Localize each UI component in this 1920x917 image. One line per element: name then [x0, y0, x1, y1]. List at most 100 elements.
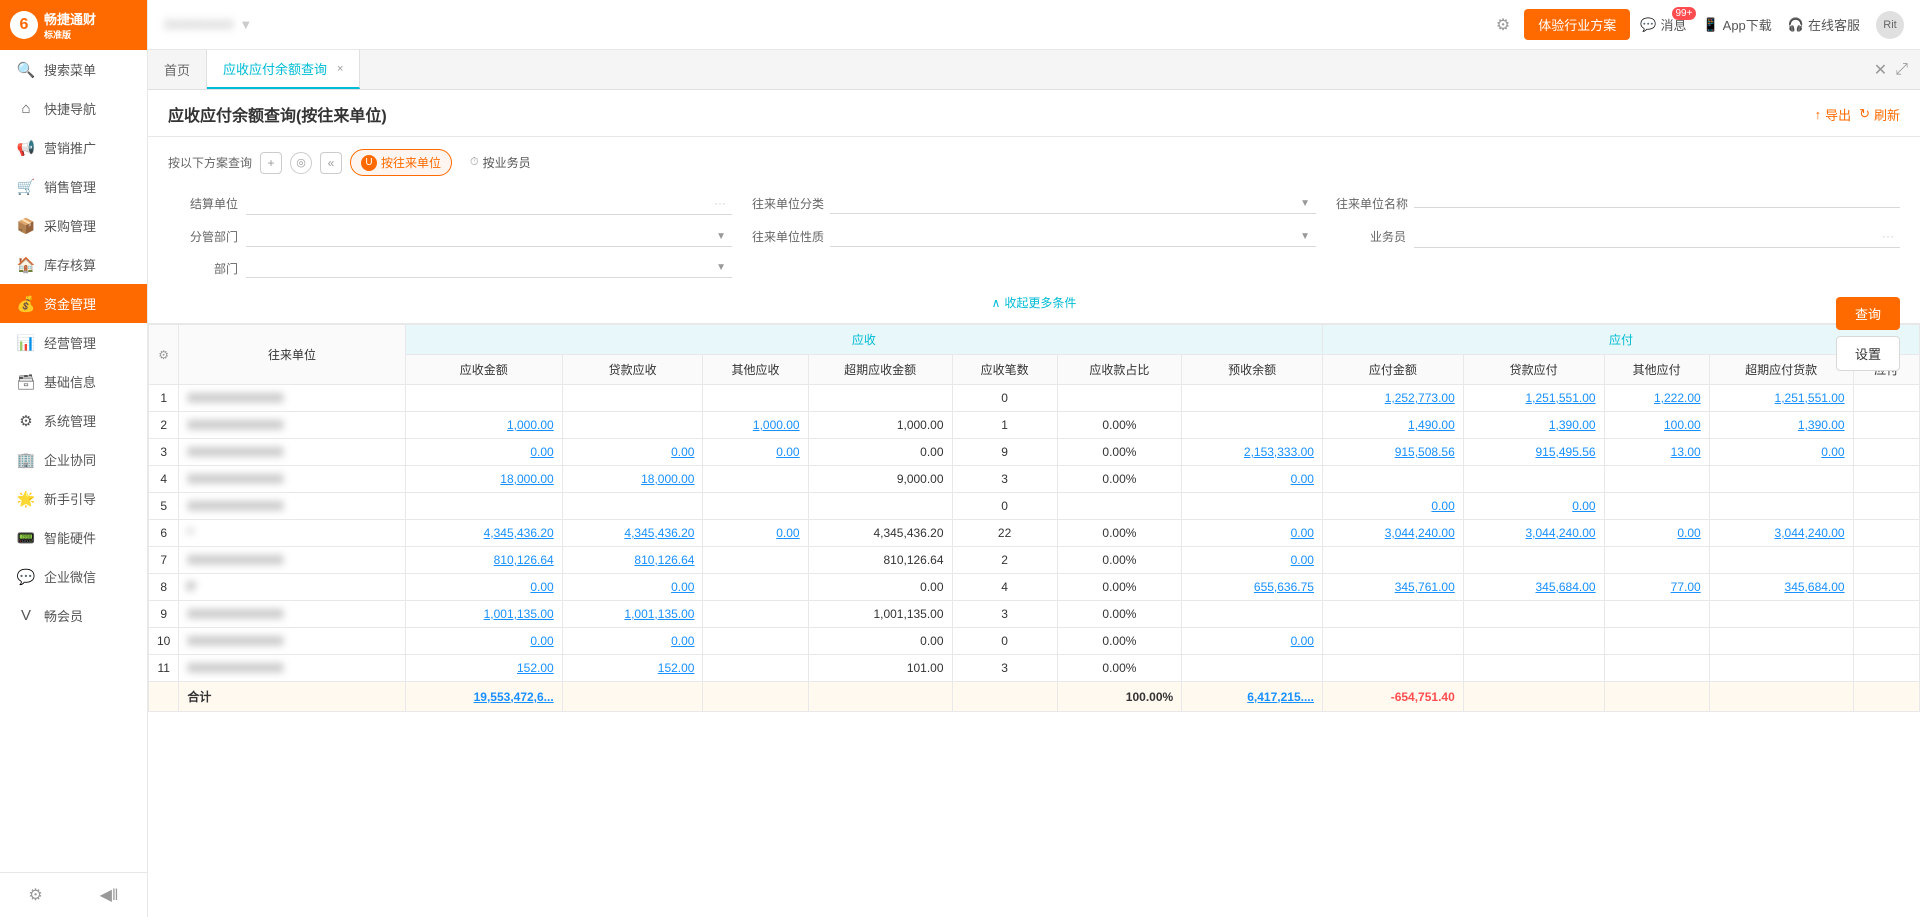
row-loan-payable[interactable]: 345,684.00 [1463, 574, 1604, 601]
solution-button[interactable]: 体验行业方案 [1524, 9, 1630, 40]
sidebar-item-purchase[interactable]: 📦 采购管理 [0, 206, 147, 245]
sidebar-item-basic[interactable]: 🗃 基础信息 [0, 362, 147, 401]
messages-item[interactable]: 💬 消息 99+ [1640, 15, 1686, 34]
row-other-payable[interactable]: 1,222.00 [1604, 385, 1709, 412]
sidebar-item-wechat[interactable]: 💬 企业微信 [0, 557, 147, 596]
sidebar-item-system[interactable]: ⚙ 系统管理 [0, 401, 147, 440]
row-overdue-payable[interactable]: 3,044,240.00 [1709, 520, 1853, 547]
row-overdue-receivable[interactable]: 9,000.00 [808, 466, 952, 493]
row-overdue-receivable[interactable]: 0.00 [808, 574, 952, 601]
row-loan-receivable[interactable]: 0.00 [562, 628, 703, 655]
row-payable-amount[interactable]: 1,252,773.00 [1322, 385, 1463, 412]
row-loan-receivable[interactable]: 1,001,135.00 [562, 601, 703, 628]
col-settings[interactable]: ⚙ [149, 325, 179, 385]
dept-input[interactable]: ▼ [246, 258, 732, 278]
filter-scheme-icon[interactable]: ◎ [290, 152, 312, 174]
unit-category-input[interactable]: ▼ [830, 194, 1316, 214]
row-payable-amount[interactable]: 0.00 [1322, 493, 1463, 520]
row-loan-payable[interactable]: 1,390.00 [1463, 412, 1604, 439]
row-advance-balance[interactable]: 0.00 [1182, 628, 1323, 655]
sidebar-item-inventory[interactable]: 🏠 库存核算 [0, 245, 147, 284]
row-loan-payable[interactable]: 1,251,551.00 [1463, 385, 1604, 412]
row-overdue-receivable[interactable]: 1,001,135.00 [808, 601, 952, 628]
row-advance-balance[interactable]: 0.00 [1182, 547, 1323, 574]
sidebar-item-beginner[interactable]: 🌟 新手引导 [0, 479, 147, 518]
filter-option-by-staff[interactable]: ⏱ 按业务员 [460, 150, 541, 175]
tab-ar-ap-query[interactable]: 应收应付余额查询 × [207, 50, 360, 89]
sidebar-item-search-menu[interactable]: 🔍 搜索菜单 [0, 50, 147, 89]
refresh-button[interactable]: ↻ 刷新 [1859, 105, 1900, 124]
row-receivable-amount[interactable]: 810,126.64 [405, 547, 562, 574]
row-loan-receivable[interactable]: 152.00 [562, 655, 703, 682]
row-advance-balance[interactable]: 0.00 [1182, 520, 1323, 547]
row-overdue-payable[interactable]: 1,251,551.00 [1709, 385, 1853, 412]
row-other-receivable[interactable]: 0.00 [703, 439, 808, 466]
row-receivable-amount[interactable]: 1,001,135.00 [405, 601, 562, 628]
sidebar-item-marketing[interactable]: 📢 营销推广 [0, 128, 147, 167]
table-settings-icon[interactable]: ⚙ [158, 348, 169, 362]
row-other-receivable[interactable]: 1,000.00 [703, 412, 808, 439]
row-loan-receivable[interactable]: 4,345,436.20 [562, 520, 703, 547]
sidebar-collapse-btn[interactable]: ◀‖ [92, 881, 127, 909]
row-loan-payable[interactable]: 0.00 [1463, 493, 1604, 520]
row-other-payable[interactable]: 77.00 [1604, 574, 1709, 601]
row-loan-receivable[interactable]: 18,000.00 [562, 466, 703, 493]
sidebar-item-operation[interactable]: 📊 经营管理 [0, 323, 147, 362]
total-receivable-amount[interactable]: 19,553,472,6... [405, 682, 562, 712]
filter-add-button[interactable]: + [260, 152, 282, 174]
sidebar-item-quick-nav[interactable]: ⌂ 快捷导航 [0, 89, 147, 128]
row-payable-amount[interactable]: 3,044,240.00 [1322, 520, 1463, 547]
row-receivable-amount[interactable]: 4,345,436.20 [405, 520, 562, 547]
row-overdue-receivable[interactable]: 0.00 [808, 628, 952, 655]
row-payable-amount[interactable]: 345,761.00 [1322, 574, 1463, 601]
row-overdue-receivable[interactable]: 0.00 [808, 439, 952, 466]
row-overdue-payable[interactable]: 345,684.00 [1709, 574, 1853, 601]
row-payable-amount[interactable]: 1,490.00 [1322, 412, 1463, 439]
row-loan-receivable[interactable]: 0.00 [562, 574, 703, 601]
table-area[interactable]: ⚙ 往来单位 应收 应付 应收金额 贷款应收 其他应收 超期应收金额 应收笔数 … [148, 324, 1920, 917]
row-loan-receivable[interactable]: 0.00 [562, 439, 703, 466]
tab-home[interactable]: 首页 [148, 50, 207, 89]
online-service-item[interactable]: 🎧 在线客服 [1788, 15, 1860, 34]
row-loan-payable[interactable]: 915,495.56 [1463, 439, 1604, 466]
sidebar-item-member[interactable]: V 畅会员 [0, 596, 147, 635]
row-other-payable[interactable]: 100.00 [1604, 412, 1709, 439]
settings-button[interactable]: 设置 [1836, 336, 1900, 371]
sidebar-item-sales[interactable]: 🛒 销售管理 [0, 167, 147, 206]
row-overdue-payable[interactable]: 1,390.00 [1709, 412, 1853, 439]
row-advance-balance[interactable]: 2,153,333.00 [1182, 439, 1323, 466]
app-download-item[interactable]: 📱 App下载 [1702, 15, 1771, 34]
row-overdue-receivable[interactable]: 101.00 [808, 655, 952, 682]
query-button[interactable]: 查询 [1836, 297, 1900, 330]
settlement-unit-input[interactable]: ··· [246, 192, 732, 215]
sidebar-item-smart-hw[interactable]: 📟 智能硬件 [0, 518, 147, 557]
row-other-payable[interactable]: 13.00 [1604, 439, 1709, 466]
unit-nature-input[interactable]: ▼ [830, 227, 1316, 247]
tab-maximize-icon[interactable]: ⤢ [1895, 61, 1908, 79]
row-loan-receivable[interactable]: 810,126.64 [562, 547, 703, 574]
row-other-receivable[interactable]: 0.00 [703, 520, 808, 547]
row-payable-amount[interactable]: 915,508.56 [1322, 439, 1463, 466]
filter-option-by-unit[interactable]: U 按往来单位 [350, 149, 452, 176]
filter-collapse-button[interactable]: « [320, 152, 342, 174]
row-receivable-amount[interactable]: 18,000.00 [405, 466, 562, 493]
user-avatar[interactable]: Rit [1876, 11, 1904, 39]
tab-close-window-icon[interactable]: ✕ [1874, 60, 1887, 80]
salesperson-input[interactable]: ··· [1414, 225, 1900, 248]
row-receivable-amount[interactable]: 0.00 [405, 628, 562, 655]
dept-manager-input[interactable]: ▼ [246, 227, 732, 247]
unit-name-input[interactable] [1414, 199, 1900, 208]
row-receivable-amount[interactable]: 152.00 [405, 655, 562, 682]
sidebar-settings-btn[interactable]: ⚙ [20, 881, 50, 909]
sidebar-item-enterprise[interactable]: 🏢 企业协同 [0, 440, 147, 479]
row-overdue-receivable[interactable]: 810,126.64 [808, 547, 952, 574]
tab-close-icon[interactable]: × [337, 63, 343, 75]
topbar-gear-icon[interactable]: ⚙ [1492, 11, 1514, 39]
row-overdue-payable[interactable]: 0.00 [1709, 439, 1853, 466]
row-other-payable[interactable]: 0.00 [1604, 520, 1709, 547]
row-receivable-amount[interactable]: 1,000.00 [405, 412, 562, 439]
row-receivable-amount[interactable]: 0.00 [405, 439, 562, 466]
collapse-more-btn[interactable]: ∧ 收起更多条件 [992, 294, 1077, 311]
row-overdue-receivable[interactable]: 1,000.00 [808, 412, 952, 439]
row-loan-payable[interactable]: 3,044,240.00 [1463, 520, 1604, 547]
